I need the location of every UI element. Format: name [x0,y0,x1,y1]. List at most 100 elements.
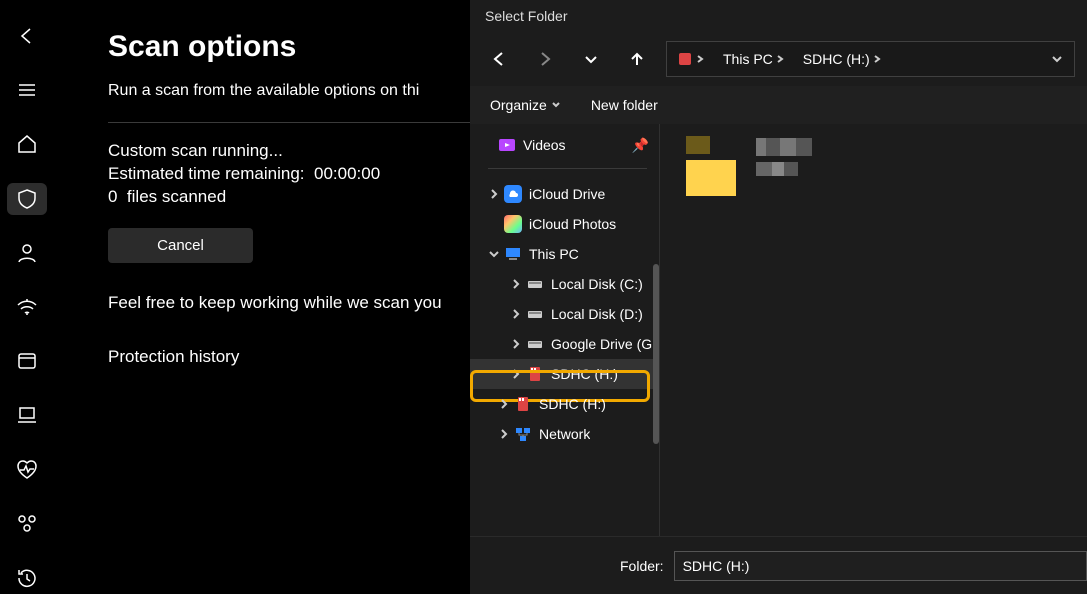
icloud-icon [504,185,522,203]
crumb-label: This PC [723,51,773,67]
chevron-down-icon [488,248,500,260]
folder-contents[interactable] [660,124,1087,536]
tree-local-c[interactable]: Local Disk (C:) [470,269,659,299]
account-button[interactable] [7,237,47,269]
nav-up-button[interactable] [618,40,656,78]
history-icon [16,567,38,589]
device-button[interactable] [7,399,47,431]
dialog-title: Select Folder [470,0,1087,32]
chevron-right-icon [510,308,522,320]
chevron-down-icon [551,100,561,110]
files-label: files scanned [127,187,226,206]
dialog-toolbar: Organize New folder [470,86,1087,124]
crumb-label: SDHC (H:) [803,51,870,67]
organize-menu[interactable]: Organize [490,97,561,113]
new-folder-label: New folder [591,97,658,113]
tree-videos[interactable]: Videos 📌 [470,130,659,160]
tree-google-drive[interactable]: Google Drive (G [470,329,659,359]
folder-thumbnail[interactable] [686,160,736,196]
app-sidebar [0,0,53,594]
crumb-sdhc[interactable]: SDHC (H:) [794,42,891,76]
photos-icon [504,215,522,233]
family-icon [16,513,38,535]
dialog-nav-bar: This PC SDHC (H:) [470,32,1087,86]
health-button[interactable] [7,454,47,486]
back-button[interactable] [7,20,47,52]
tree-label: SDHC (H:) [551,366,618,382]
tree-label: Local Disk (C:) [551,276,643,292]
chevron-right-icon [510,368,522,380]
obscured-filename [756,138,812,156]
organize-label: Organize [490,97,547,113]
family-button[interactable] [7,508,47,540]
address-dropdown-button[interactable] [1044,53,1068,65]
tree-icloud-photos[interactable]: iCloud Photos [470,209,659,239]
pin-icon: 📌 [632,137,649,154]
tree-label: This PC [529,246,579,262]
pc-icon [504,245,522,263]
app-control-button[interactable] [7,345,47,377]
dialog-footer: Folder: [470,536,1087,594]
tree-icloud-drive[interactable]: iCloud Drive [470,179,659,209]
tree-sdhc-selected[interactable]: SDHC (H:) [470,359,659,389]
nav-back-button[interactable] [480,40,518,78]
tree-label: Google Drive (G [551,336,652,352]
tree-network[interactable]: Network [470,419,659,449]
wifi-icon [16,296,38,318]
disk-icon [526,335,544,353]
tree-label: Local Disk (D:) [551,306,643,322]
folder-thumbnail[interactable] [686,136,710,154]
video-folder-icon [498,136,516,154]
arrow-up-icon [628,50,646,68]
home-button[interactable] [7,128,47,160]
home-icon [16,133,38,155]
sd-card-icon [526,365,544,383]
folder-name-input[interactable] [674,551,1087,581]
disk-icon [526,305,544,323]
menu-button[interactable] [7,74,47,106]
arrow-left-icon [16,25,38,47]
tree-scrollbar[interactable] [653,264,659,444]
arrow-left-icon [490,50,508,68]
laptop-icon [16,404,38,426]
chevron-right-icon [510,338,522,350]
tree-sdhc[interactable]: SDHC (H:) [470,389,659,419]
shield-icon [16,188,38,210]
tree-this-pc[interactable]: This PC [470,239,659,269]
tree-label: Videos [523,137,566,153]
sd-icon [677,51,693,67]
folder-field-label: Folder: [620,558,664,574]
chevron-right-icon [498,428,510,440]
arrow-right-icon [536,50,554,68]
chevron-down-icon [1051,53,1063,65]
cancel-button[interactable]: Cancel [108,228,253,263]
new-folder-button[interactable]: New folder [591,97,658,113]
tree-label: iCloud Drive [529,186,605,202]
obscured-filename [756,162,798,176]
disk-icon [526,275,544,293]
chevron-down-icon [582,50,600,68]
user-icon [16,242,38,264]
heart-icon [16,459,38,481]
network-button[interactable] [7,291,47,323]
crumb-pc-icon[interactable] [673,42,714,76]
folder-tree: Videos 📌 iCloud Drive iCloud Photos [470,124,660,536]
address-bar[interactable]: This PC SDHC (H:) [666,41,1075,77]
chevron-right-icon [498,398,510,410]
network-icon [514,425,532,443]
crumb-this-pc[interactable]: This PC [714,42,794,76]
tree-label: iCloud Photos [529,216,616,232]
history-button[interactable] [7,562,47,594]
tree-local-d[interactable]: Local Disk (D:) [470,299,659,329]
chevron-right-icon [510,278,522,290]
chevron-right-icon [872,54,882,64]
eta-label: Estimated time remaining: [108,164,305,183]
chevron-right-icon [775,54,785,64]
nav-recent-button[interactable] [572,40,610,78]
menu-icon [16,79,38,101]
chevron-right-icon [488,188,500,200]
nav-forward-button[interactable] [526,40,564,78]
tree-label: SDHC (H:) [539,396,606,412]
chevron-right-icon [695,54,705,64]
shield-button[interactable] [7,183,47,215]
